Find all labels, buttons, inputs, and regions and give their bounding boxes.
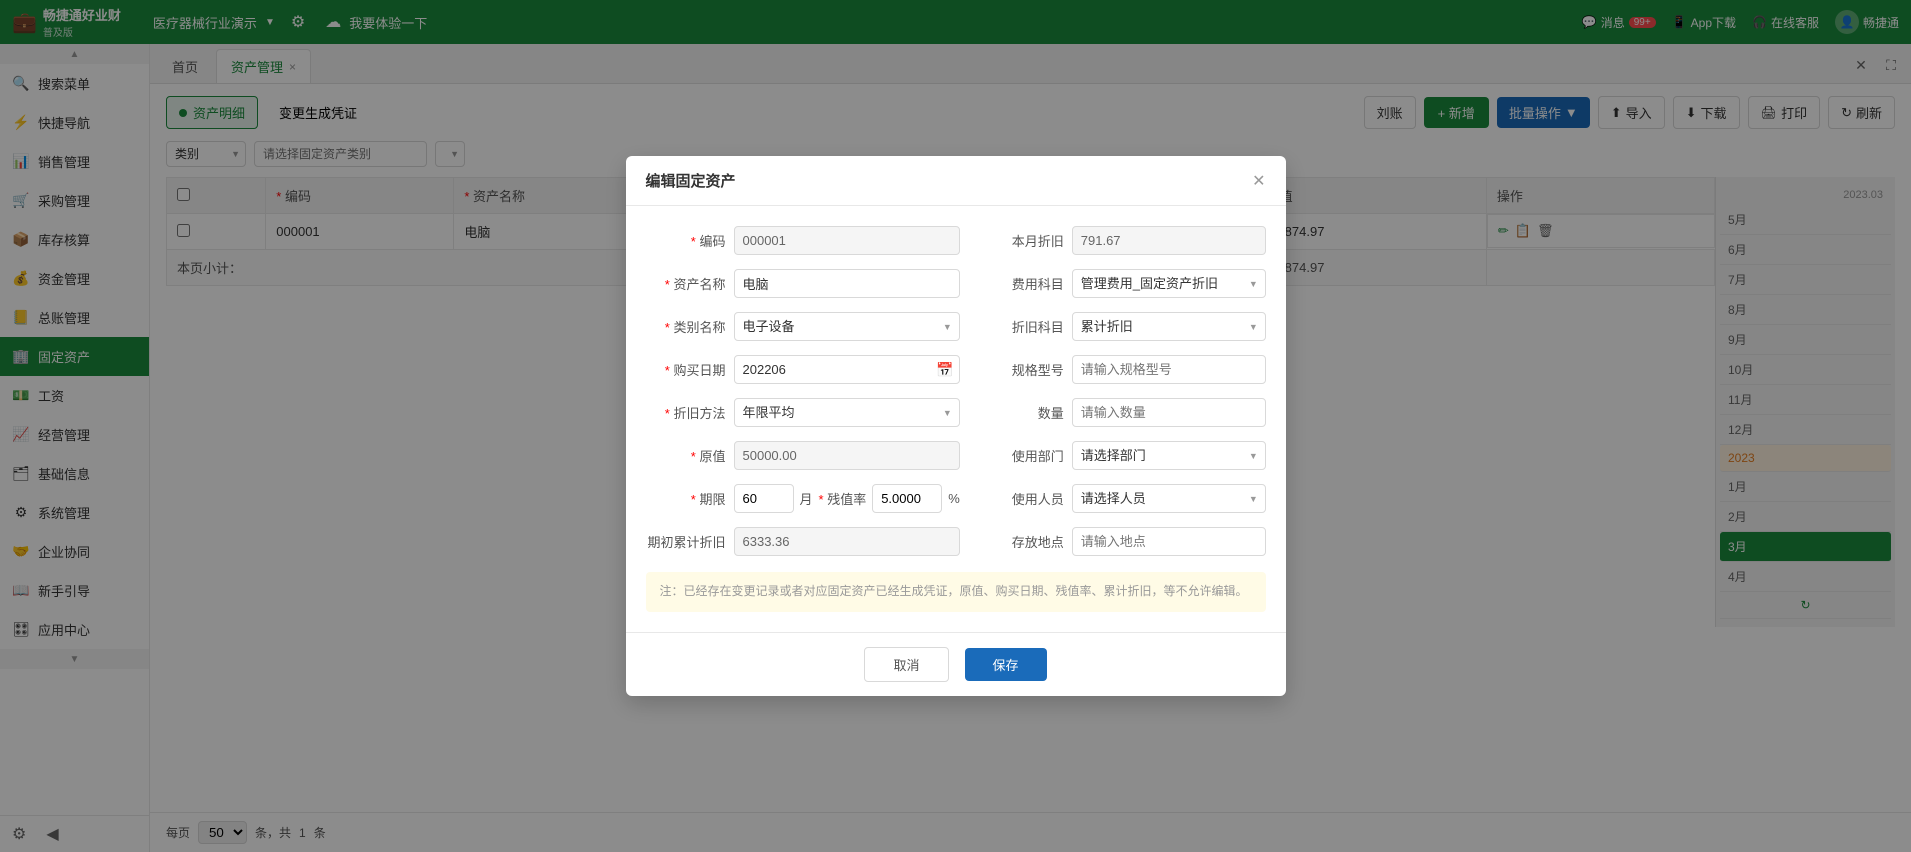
cancel-button[interactable]: 取消	[864, 647, 948, 682]
form-row-dep-subject: 折旧科目 累计折旧	[984, 312, 1266, 341]
dep-subject-wrap[interactable]: 累计折旧	[1072, 312, 1266, 341]
form-row-department: 使用部门 请选择部门	[984, 441, 1266, 470]
form-row-purchase-date: * 购买日期 📅	[646, 355, 960, 384]
modal-overlay: 编辑固定资产 ✕ * 编码	[0, 0, 1911, 852]
modal-title: 编辑固定资产	[646, 170, 736, 191]
person-select[interactable]: 请选择人员	[1072, 484, 1266, 513]
form-row-location: 存放地点	[984, 527, 1266, 556]
save-button[interactable]: 保存	[965, 648, 1047, 681]
form-row-quantity: 数量	[984, 398, 1266, 427]
original-value-input[interactable]	[734, 441, 960, 470]
dep-method-select-wrap[interactable]: 年限平均	[734, 398, 960, 427]
modal-footer: 取消 保存	[626, 632, 1286, 696]
edit-asset-modal: 编辑固定资产 ✕ * 编码	[626, 156, 1286, 695]
category-select-wrap[interactable]: 电子设备	[734, 312, 960, 341]
location-input[interactable]	[1072, 527, 1266, 556]
period-input[interactable]	[734, 484, 794, 513]
calendar-icon: 📅	[936, 361, 953, 378]
modal-right-col: 本月折旧 费用科目 管理费用_固定资产折旧	[984, 226, 1266, 556]
form-row-category: * 类别名称 电子设备	[646, 312, 960, 341]
period-label: * 期限	[646, 489, 726, 508]
category-select[interactable]: 电子设备	[734, 312, 960, 341]
location-label: 存放地点	[984, 532, 1064, 551]
purchase-date-label: * 购买日期	[646, 360, 726, 379]
form-row-asset-name: * 资产名称	[646, 269, 960, 298]
form-row-expense-subject: 费用科目 管理费用_固定资产折旧	[984, 269, 1266, 298]
monthly-dep-input[interactable]	[1072, 226, 1266, 255]
dep-subject-label: 折旧科目	[984, 317, 1064, 336]
code-label: * 编码	[646, 231, 726, 250]
modal-left-col: * 编码 * 资产名称	[646, 226, 960, 556]
purchase-date-input[interactable]	[734, 355, 960, 384]
modal-note: 注：已经存在变更记录或者对应固定资产已经生成凭证，原值、购买日期、残值率、累计折…	[646, 572, 1266, 611]
dep-method-select[interactable]: 年限平均	[734, 398, 960, 427]
residual-rate-label: * 残值率	[819, 489, 867, 508]
form-row-dep-method: * 折旧方法 年限平均	[646, 398, 960, 427]
expense-subject-wrap[interactable]: 管理费用_固定资产折旧	[1072, 269, 1266, 298]
period-row: 月 * 残值率 %	[734, 484, 960, 513]
form-row-person: 使用人员 请选择人员	[984, 484, 1266, 513]
accum-dep-label: 期初累计折旧	[646, 532, 726, 551]
purchase-date-wrap[interactable]: 📅	[734, 355, 960, 384]
period-unit: 月	[800, 489, 813, 508]
person-label: 使用人员	[984, 489, 1064, 508]
form-row-original-value: * 原值	[646, 441, 960, 470]
quantity-input[interactable]	[1072, 398, 1266, 427]
department-wrap[interactable]: 请选择部门	[1072, 441, 1266, 470]
form-row-code: * 编码	[646, 226, 960, 255]
modal-body: * 编码 * 资产名称	[626, 206, 1286, 631]
modal-header: 编辑固定资产 ✕	[626, 156, 1286, 206]
monthly-dep-label: 本月折旧	[984, 231, 1064, 250]
category-label: * 类别名称	[646, 317, 726, 336]
modal-grid: * 编码 * 资产名称	[646, 226, 1266, 556]
form-row-spec: 规格型号	[984, 355, 1266, 384]
spec-input[interactable]	[1072, 355, 1266, 384]
department-label: 使用部门	[984, 446, 1064, 465]
residual-pct: %	[948, 491, 960, 506]
asset-name-input[interactable]	[734, 269, 960, 298]
expense-subject-select[interactable]: 管理费用_固定资产折旧	[1072, 269, 1266, 298]
form-row-accum-dep: 期初累计折旧	[646, 527, 960, 556]
save-label: 保存	[993, 658, 1019, 673]
modal-close-btn[interactable]: ✕	[1252, 171, 1265, 191]
department-select[interactable]: 请选择部门	[1072, 441, 1266, 470]
quantity-label: 数量	[984, 403, 1064, 422]
original-value-label: * 原值	[646, 446, 726, 465]
code-input[interactable]	[734, 226, 960, 255]
dep-method-label: * 折旧方法	[646, 403, 726, 422]
expense-subject-label: 费用科目	[984, 274, 1064, 293]
asset-name-label: * 资产名称	[646, 274, 726, 293]
residual-rate-input[interactable]	[872, 484, 942, 513]
accum-dep-input[interactable]	[734, 527, 960, 556]
form-row-monthly-dep: 本月折旧	[984, 226, 1266, 255]
person-wrap[interactable]: 请选择人员	[1072, 484, 1266, 513]
dep-subject-select[interactable]: 累计折旧	[1072, 312, 1266, 341]
spec-label: 规格型号	[984, 360, 1064, 379]
note-text: 注：已经存在变更记录或者对应固定资产已经生成凭证，原值、购买日期、残值率、累计折…	[660, 584, 1248, 598]
form-row-period: * 期限 月 * 残值率 %	[646, 484, 960, 513]
cancel-label: 取消	[893, 658, 919, 673]
